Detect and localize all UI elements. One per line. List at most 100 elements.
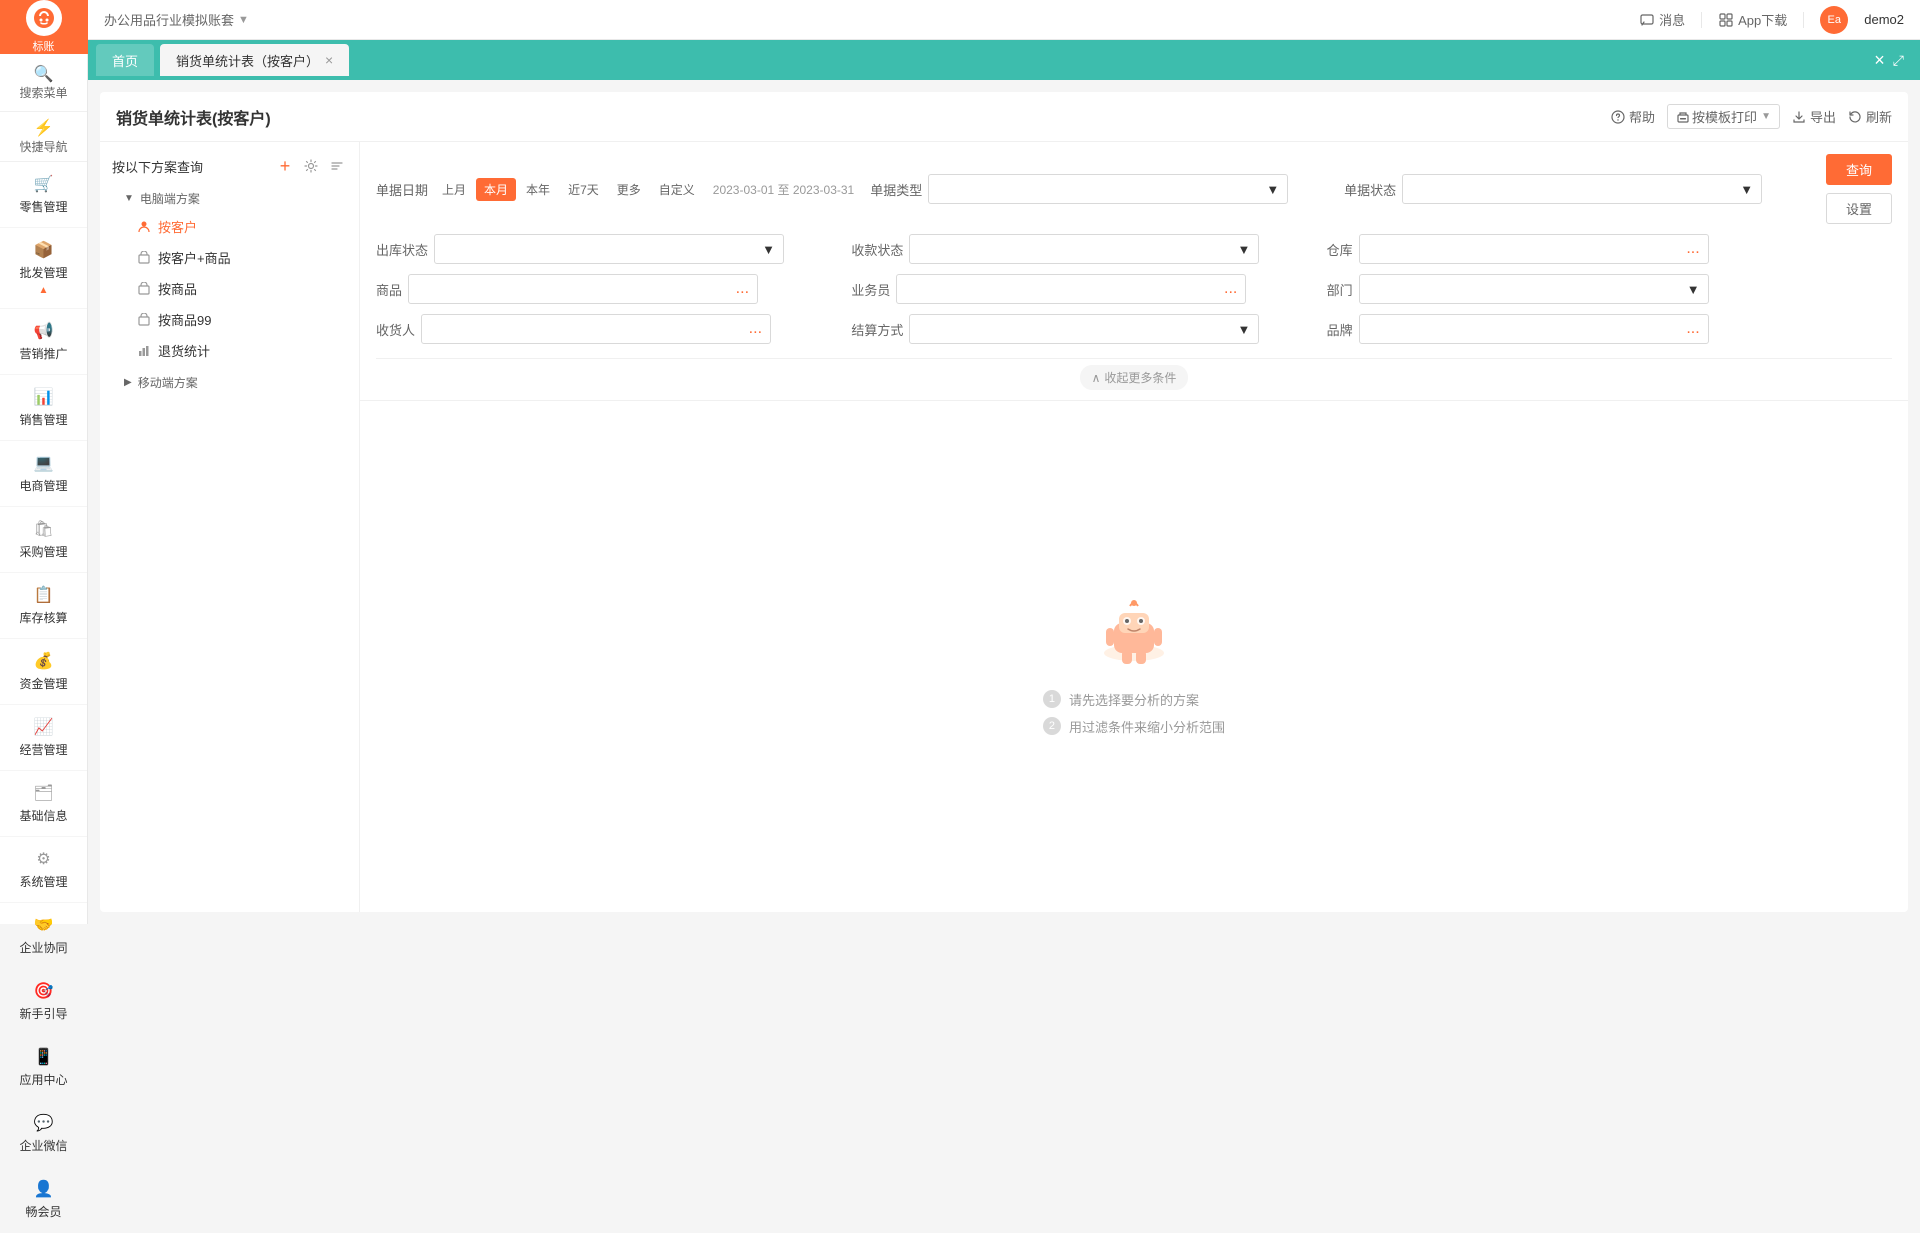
scheme-group-desktop-title[interactable]: ▼ 电脑端方案 [100,186,359,211]
scheme-group-mobile: ▶ 移动端方案 [100,370,359,395]
tab-sales-stats[interactable]: 销货单统计表（按客户） × [160,44,349,76]
person-goods-icon [136,250,152,266]
status-filter-group: 单据状态 ▼ [1344,174,1802,204]
receiver-ellipsis[interactable]: ... [749,320,762,338]
goods-group: 商品 ... [376,274,835,304]
scheme-header: 按以下方案查询 + [100,150,359,182]
enterprise-label: 企业协同 [19,939,67,956]
receiver-label: 收货人 [376,320,415,339]
sidebar-item-inventory[interactable]: 📋 库存核算 [0,573,87,639]
sidebar-item-quick-nav[interactable]: ⚡ 快捷导航 [0,112,87,162]
sidebar-item-system[interactable]: ⚙ 系统管理 [0,837,87,903]
sidebar-item-operations[interactable]: 📈 经营管理 [0,705,87,771]
receiver-input[interactable]: ... [421,314,771,344]
sidebar-item-search[interactable]: 🔍 搜索菜单 [0,54,87,112]
sidebar-item-wholesale[interactable]: 📦 批发管理 ▲ [0,228,87,309]
scheme-settings-btn[interactable] [301,156,321,176]
sidebar-item-wechat[interactable]: 💬 企业微信 [0,1101,87,1167]
sidebar-item-marketing[interactable]: 📢 营销推广 [0,309,87,375]
brand-input[interactable]: ... [1359,314,1709,344]
goods-ellipsis[interactable]: ... [736,280,749,298]
sidebar-item-sales[interactable]: 📊 销售管理 [0,375,87,441]
settlement-select[interactable]: ▼ [909,314,1259,344]
account-dropdown[interactable]: 办公用品行业模拟账套 ▼ [104,10,249,29]
scheme-add-btn[interactable]: + [275,156,295,176]
enterprise-icon: 🤝 [34,915,54,935]
sidebar-item-ecommerce[interactable]: 💻 电商管理 [0,441,87,507]
collapse-btn[interactable]: ∧ 收起更多条件 [1080,365,1189,390]
sidebar-item-finance[interactable]: 💰 资金管理 [0,639,87,705]
message-icon [1639,12,1655,28]
status-select[interactable]: ▼ [1402,174,1762,204]
scheme-group-mobile-title[interactable]: ▶ 移动端方案 [100,370,359,395]
tab-home[interactable]: 首页 [96,44,154,76]
staff-group: 业务员 ... [851,274,1310,304]
collection-status-group: 收款状态 ▼ [851,234,1310,264]
inventory-icon: 📋 [34,585,54,605]
dept-select[interactable]: ▼ [1359,274,1709,304]
scheme-item-by-goods99[interactable]: 按商品99 [100,304,359,335]
scheme-item-by-goods[interactable]: 按商品 [100,273,359,304]
sidebar-item-newbie[interactable]: 🎯 新手引导 [0,969,87,1035]
tab-close-window-icon[interactable]: × [1874,50,1885,71]
staff-input[interactable]: ... [896,274,1246,304]
message-btn[interactable]: 消息 [1639,10,1685,29]
person-icon [136,219,152,235]
staff-ellipsis[interactable]: ... [1224,280,1237,298]
scheme-item-by-goods99-label: 按商品99 [158,310,211,329]
brand-ellipsis[interactable]: ... [1686,320,1699,338]
scheme-item-by-customer-goods[interactable]: 按客户+商品 [100,242,359,273]
sidebar-item-base-info[interactable]: 🗂 基础信息 [0,771,87,837]
app-download-label: App下载 [1738,10,1787,29]
hint-text-2: 用过滤条件来缩小分析范围 [1069,717,1225,736]
scheme-title: 按以下方案查询 [112,157,203,176]
date-quick-btns: 上月 本月 本年 近7天 更多 自定义 [434,178,703,201]
wholesale-icon: 📦 [34,240,54,260]
avatar-text: Ea [1828,14,1841,26]
date-btn-this-year[interactable]: 本年 [518,178,558,201]
date-btn-more[interactable]: 更多 [609,178,649,201]
sidebar-item-purchase[interactable]: 🛍 采购管理 [0,507,87,573]
collection-select[interactable]: ▼ [909,234,1259,264]
scheme-item-by-customer[interactable]: 按客户 [100,211,359,242]
print-btn[interactable]: 按模板打印 ▼ [1667,104,1780,129]
sidebar-item-enterprise[interactable]: 🤝 企业协同 [0,903,87,969]
date-btn-this-month[interactable]: 本月 [476,178,516,201]
scheme-sidebar: 按以下方案查询 + [100,142,360,912]
settings-button[interactable]: 设置 [1826,193,1892,224]
page-title: 销货单统计表(按客户) [116,105,271,129]
tab-home-label: 首页 [112,51,138,70]
topbar-divider-2 [1803,12,1804,28]
avatar[interactable]: Ea [1820,6,1848,34]
group-mobile-label: 移动端方案 [138,374,198,391]
warehouse-input[interactable]: ... [1359,234,1709,264]
scheme-item-by-customer-goods-label: 按客户+商品 [158,248,231,267]
query-button[interactable]: 查询 [1826,154,1892,185]
sidebar-item-retail[interactable]: 🛒 零售管理 [0,162,87,228]
tab-maximize-icon[interactable]: ⤢ [1893,52,1904,69]
date-btn-7days[interactable]: 近7天 [560,178,607,201]
scheme-collapse-btn[interactable] [327,156,347,176]
content-inner: 销货单统计表(按客户) 帮助 按模板打印 ▼ 导出 [100,92,1908,912]
refresh-label: 刷新 [1866,107,1892,126]
goods-input[interactable]: ... [408,274,758,304]
app-download-btn[interactable]: App下载 [1718,10,1787,29]
date-btn-last-month[interactable]: 上月 [434,178,474,201]
topbar-left: 办公用品行业模拟账套 ▼ [104,10,249,29]
content-body: 按以下方案查询 + [100,142,1908,912]
sidebar-item-member[interactable]: 👤 畅会员 [0,1167,87,1233]
out-status-select[interactable]: ▼ [434,234,784,264]
date-btn-custom[interactable]: 自定义 [651,178,703,201]
tab-close-icon[interactable]: × [325,52,333,68]
type-select[interactable]: ▼ [928,174,1288,204]
retail-icon: 🛒 [34,174,54,194]
sidebar-nav-label: 快捷导航 [0,138,87,155]
refresh-btn[interactable]: 刷新 [1848,107,1892,126]
sidebar-item-app-center[interactable]: 📱 应用中心 [0,1035,87,1101]
goods-label: 商品 [376,280,402,299]
scheme-item-return-stats[interactable]: 退货统计 [100,335,359,366]
help-btn[interactable]: 帮助 [1611,107,1655,126]
settlement-label: 结算方式 [851,320,903,339]
warehouse-ellipsis[interactable]: ... [1686,240,1699,258]
export-btn[interactable]: 导出 [1792,107,1836,126]
